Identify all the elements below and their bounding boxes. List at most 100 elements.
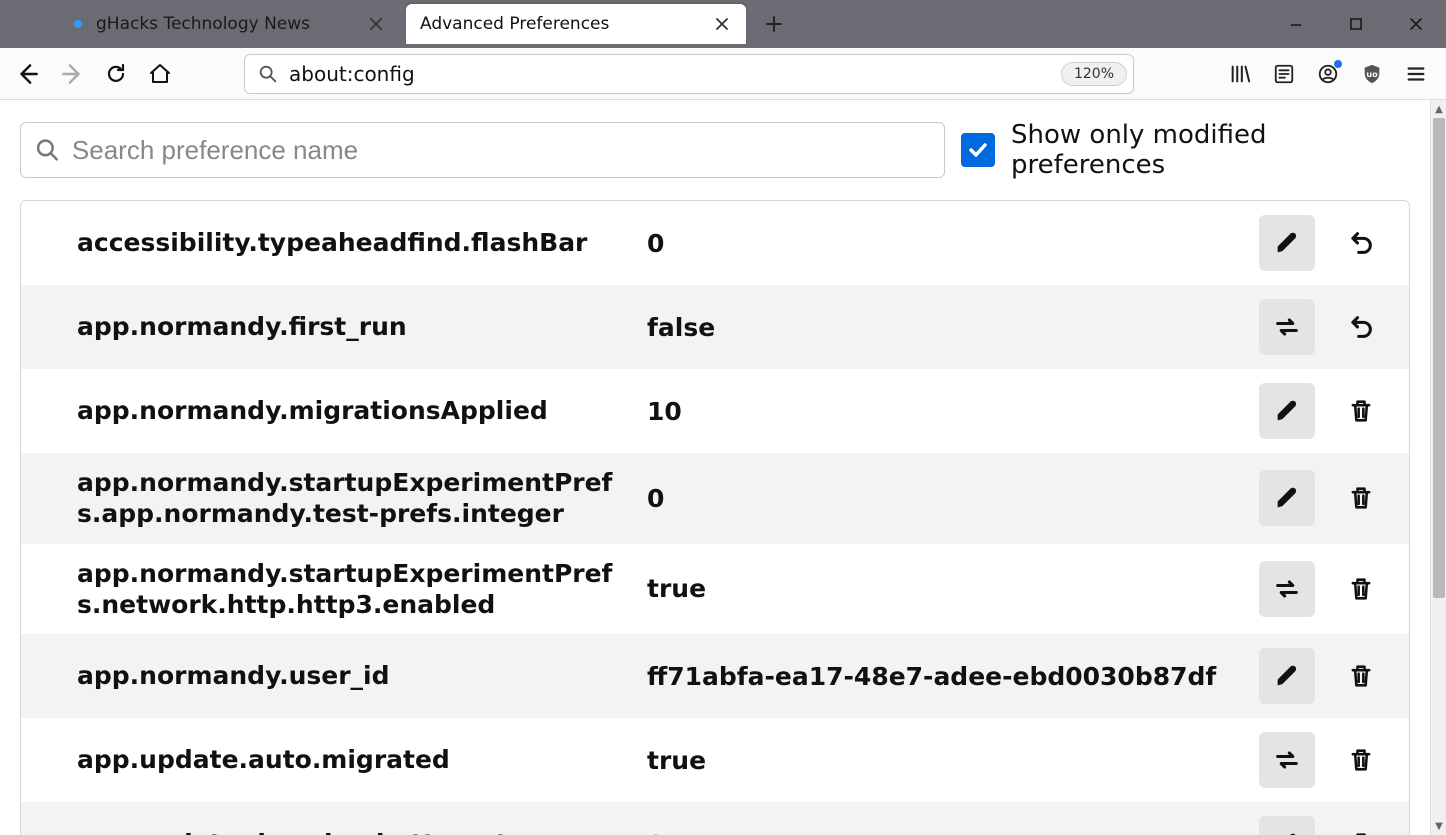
pref-row: accessibility.typeaheadfind.flashBar 0 — [21, 201, 1409, 285]
tab-label: Advanced Preferences — [420, 14, 712, 34]
tab-label: gHacks Technology News — [96, 14, 366, 34]
show-modified-checkbox[interactable] — [961, 133, 995, 167]
home-button[interactable] — [140, 54, 180, 94]
scroll-thumb[interactable] — [1433, 118, 1445, 598]
reader-icon — [1273, 63, 1295, 85]
forward-button[interactable] — [52, 54, 92, 94]
delete-icon — [1347, 746, 1375, 774]
new-tab-button[interactable] — [758, 8, 790, 40]
arrow-left-icon — [15, 61, 41, 87]
pref-value: true — [647, 574, 1259, 603]
pref-actions — [1259, 470, 1389, 526]
pref-actions — [1259, 299, 1389, 355]
close-icon — [1409, 17, 1423, 31]
delete-icon — [1347, 484, 1375, 512]
pref-value: 0 — [647, 484, 1259, 513]
delete-icon — [1347, 397, 1375, 425]
library-button[interactable] — [1222, 56, 1258, 92]
url-bar[interactable]: about:config 120% — [244, 54, 1134, 94]
pref-name: app.normandy.first_run — [77, 311, 647, 342]
edit-icon — [1273, 484, 1301, 512]
close-icon — [715, 17, 729, 31]
pref-row: app.update.auto.migrated true — [21, 718, 1409, 802]
tab-ghacks[interactable]: gHacks Technology News — [60, 4, 400, 44]
scroll-down-button[interactable]: ▼ — [1431, 817, 1446, 835]
notification-dot-icon — [1334, 60, 1342, 68]
toggle-button[interactable] — [1259, 732, 1315, 788]
pref-value: ff71abfa-ea17-48e7-adee-ebd0030b87df — [647, 662, 1259, 691]
vertical-scrollbar[interactable]: ▲ ▼ — [1430, 100, 1446, 835]
minimize-icon — [1289, 17, 1303, 31]
undo-icon — [1347, 229, 1375, 257]
maximize-icon — [1349, 17, 1363, 31]
search-icon — [257, 63, 279, 85]
prefs-toolbar: Show only modified preferences — [0, 100, 1430, 200]
prefs-table: accessibility.typeaheadfind.flashBar 0 a… — [20, 200, 1410, 835]
pref-search[interactable] — [20, 122, 945, 178]
delete-icon — [1347, 662, 1375, 690]
titlebar: gHacks Technology News Advanced Preferen… — [0, 0, 1446, 48]
minimize-button[interactable] — [1266, 0, 1326, 48]
pref-row: app.normandy.migrationsApplied 10 — [21, 369, 1409, 453]
edit-icon — [1273, 830, 1301, 835]
edit-button[interactable] — [1259, 648, 1315, 704]
edit-icon — [1273, 662, 1301, 690]
account-button[interactable] — [1310, 56, 1346, 92]
edit-button[interactable] — [1259, 816, 1315, 835]
toggle-button[interactable] — [1259, 561, 1315, 617]
pref-actions — [1259, 383, 1389, 439]
zoom-badge[interactable]: 120% — [1061, 62, 1127, 86]
toolbar-right: uo — [1222, 56, 1438, 92]
toggle-icon — [1273, 575, 1301, 603]
pref-actions — [1259, 816, 1389, 835]
undo-button[interactable] — [1333, 215, 1389, 271]
ublock-button[interactable]: uo — [1354, 56, 1390, 92]
reader-button[interactable] — [1266, 56, 1302, 92]
reload-icon — [104, 62, 128, 86]
toggle-icon — [1273, 313, 1301, 341]
pref-actions — [1259, 215, 1389, 271]
delete-button[interactable] — [1333, 561, 1389, 617]
pref-name: app.update.download.attempts — [77, 828, 647, 835]
back-button[interactable] — [8, 54, 48, 94]
tab-advanced-preferences[interactable]: Advanced Preferences — [406, 4, 746, 44]
delete-button[interactable] — [1333, 816, 1389, 835]
delete-icon — [1347, 575, 1375, 603]
undo-button[interactable] — [1333, 299, 1389, 355]
reload-button[interactable] — [96, 54, 136, 94]
pref-value: true — [647, 746, 1259, 775]
delete-icon — [1347, 830, 1375, 835]
show-modified-label: Show only modified preferences — [1011, 120, 1410, 180]
arrow-right-icon — [59, 61, 85, 87]
pref-search-input[interactable] — [72, 135, 930, 166]
maximize-button[interactable] — [1326, 0, 1386, 48]
search-icon — [35, 137, 60, 163]
edit-button[interactable] — [1259, 383, 1315, 439]
pref-value: 10 — [647, 397, 1259, 426]
pref-value: false — [647, 313, 1259, 342]
close-tab-button[interactable] — [712, 14, 732, 34]
pref-row: app.normandy.startupExperimentPrefs.netw… — [21, 544, 1409, 635]
pref-actions — [1259, 648, 1389, 704]
pref-name: app.normandy.startupExperimentPrefs.app.… — [77, 467, 647, 530]
delete-button[interactable] — [1333, 732, 1389, 788]
scroll-up-button[interactable]: ▲ — [1431, 100, 1446, 118]
edit-icon — [1273, 229, 1301, 257]
pref-value: 0 — [647, 229, 1259, 258]
pref-row: app.normandy.user_id ff71abfa-ea17-48e7-… — [21, 634, 1409, 718]
app-menu-button[interactable] — [1398, 56, 1434, 92]
delete-button[interactable] — [1333, 383, 1389, 439]
pref-name: app.normandy.user_id — [77, 660, 647, 691]
close-tab-button[interactable] — [366, 14, 386, 34]
navbar: about:config 120% uo — [0, 48, 1446, 100]
edit-button[interactable] — [1259, 215, 1315, 271]
pref-actions — [1259, 732, 1389, 788]
toggle-button[interactable] — [1259, 299, 1315, 355]
delete-button[interactable] — [1333, 470, 1389, 526]
window-close-button[interactable] — [1386, 0, 1446, 48]
edit-button[interactable] — [1259, 470, 1315, 526]
page: Show only modified preferences accessibi… — [0, 100, 1430, 835]
delete-button[interactable] — [1333, 648, 1389, 704]
pref-name: accessibility.typeaheadfind.flashBar — [77, 227, 647, 258]
pref-name: app.normandy.startupExperimentPrefs.netw… — [77, 558, 647, 621]
